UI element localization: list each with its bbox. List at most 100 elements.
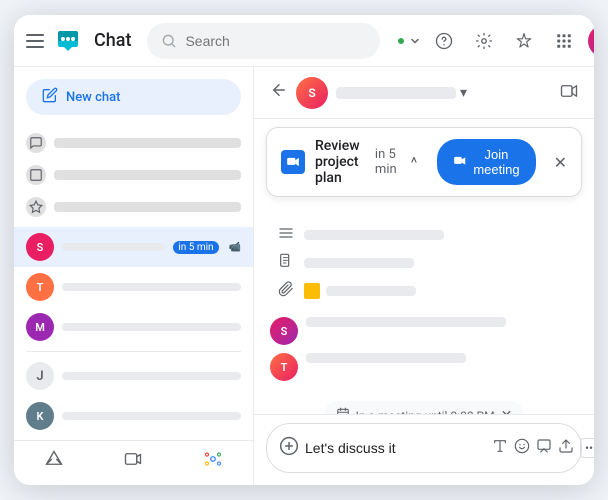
add-attachment-button[interactable] bbox=[279, 436, 299, 461]
video-call-icon[interactable] bbox=[560, 82, 578, 104]
sidebar-badge-1: in 5 min bbox=[173, 241, 218, 254]
msg-content-2 bbox=[306, 353, 578, 363]
drive-icon-btn[interactable] bbox=[44, 449, 64, 469]
meeting-time: in 5 min bbox=[375, 147, 397, 177]
icon-lines-block bbox=[270, 213, 578, 313]
attachment-with-file bbox=[304, 283, 416, 299]
sidebar-avatar-5: K bbox=[26, 402, 54, 430]
sidebar-item-text-2 bbox=[54, 170, 241, 180]
sidebar-divider-row bbox=[14, 347, 253, 356]
sidebar-bottom-icons bbox=[14, 440, 253, 477]
sidebar-item-starred[interactable] bbox=[14, 191, 253, 223]
msg-skeleton-2 bbox=[306, 353, 466, 363]
sidebar-chat-item-4[interactable]: J bbox=[14, 356, 253, 396]
spaces-icon-btn[interactable] bbox=[203, 449, 223, 469]
sidebar-skeleton-4 bbox=[62, 372, 241, 380]
sidebar-nav-icons bbox=[14, 123, 253, 227]
status-indicator[interactable] bbox=[396, 36, 420, 46]
sidebar-avatar-3: M bbox=[26, 313, 54, 341]
join-meeting-button[interactable]: Join meeting bbox=[437, 139, 535, 185]
sidebar-avatar-2: T bbox=[26, 273, 54, 301]
meet-banner-icon bbox=[281, 150, 305, 174]
help-icon bbox=[435, 32, 453, 50]
apps-button[interactable] bbox=[548, 25, 580, 57]
icon-line-3 bbox=[278, 277, 578, 305]
document-icon bbox=[278, 253, 294, 273]
meeting-banner: Review project plan in 5 min ^ Join meet… bbox=[266, 127, 582, 197]
settings-button[interactable] bbox=[468, 25, 500, 57]
sidebar-chat-item-1[interactable]: S in 5 min 📹 bbox=[14, 227, 253, 267]
chat-area: S ▾ Review project plan in 5 min bbox=[254, 67, 594, 485]
sidebar-item-text bbox=[54, 138, 241, 148]
user-avatar[interactable]: A bbox=[588, 25, 594, 57]
app-title: Chat bbox=[94, 30, 131, 51]
add-reaction-button[interactable] bbox=[536, 438, 552, 458]
top-nav: Chat bbox=[14, 15, 594, 67]
format-text-button[interactable] bbox=[492, 438, 508, 458]
icon-line-1 bbox=[278, 221, 578, 249]
chat-header: S ▾ bbox=[254, 67, 594, 119]
building-icon bbox=[26, 165, 46, 185]
emoji-button[interactable] bbox=[514, 438, 530, 458]
new-chat-label: New chat bbox=[66, 90, 120, 105]
chat-avatar: S bbox=[296, 77, 328, 109]
icon-line-skeleton-1 bbox=[304, 230, 444, 240]
sidebar-avatar-4: J bbox=[26, 362, 54, 390]
search-bar[interactable] bbox=[147, 23, 380, 59]
messages-area: S T bbox=[254, 205, 594, 414]
sidebar-skeleton-2 bbox=[62, 283, 241, 291]
meeting-title: Review project plan bbox=[315, 138, 361, 186]
app-logo bbox=[52, 25, 84, 57]
search-icon bbox=[161, 33, 177, 49]
chat-bubble-icon bbox=[26, 133, 46, 153]
message-row-1: S bbox=[270, 317, 578, 345]
attachment-icon bbox=[278, 281, 294, 301]
input-box: ••• bbox=[266, 423, 582, 473]
back-button[interactable] bbox=[270, 81, 288, 104]
calendar-icon bbox=[336, 407, 350, 414]
join-label: Join meeting bbox=[473, 147, 519, 177]
input-area: ••• bbox=[254, 414, 594, 485]
in-meeting-status: In a meeting until 3:00 PM ✕ bbox=[324, 401, 525, 414]
sidebar-item-rooms[interactable] bbox=[14, 159, 253, 191]
upload-button[interactable] bbox=[558, 438, 574, 458]
sidebar-skeleton-3 bbox=[62, 323, 241, 331]
status-chevron-icon bbox=[410, 36, 420, 46]
sparkle-icon bbox=[515, 32, 533, 50]
help-button[interactable] bbox=[428, 25, 460, 57]
edit-icon bbox=[42, 87, 58, 107]
hamburger-menu[interactable] bbox=[26, 31, 44, 51]
icon-line-skeleton-2 bbox=[304, 258, 414, 268]
sidebar-item-chat[interactable] bbox=[14, 127, 253, 159]
chat-name-chevron-icon[interactable]: ▾ bbox=[460, 85, 467, 101]
msg-avatar-2: T bbox=[270, 353, 298, 381]
sidebar-chat-item-2[interactable]: T bbox=[14, 267, 253, 307]
message-input[interactable] bbox=[305, 440, 486, 456]
sidebar-chat-item-3[interactable]: M bbox=[14, 307, 253, 347]
menu-icon bbox=[278, 225, 294, 245]
meeting-chevron-icon[interactable]: ^ bbox=[411, 153, 418, 172]
new-chat-button[interactable]: New chat bbox=[26, 79, 241, 115]
icon-line-skeleton-3 bbox=[326, 286, 416, 296]
message-row-2: T bbox=[270, 353, 578, 381]
meeting-close-button[interactable]: ✕ bbox=[554, 153, 567, 172]
sidebar-item-text-3 bbox=[54, 202, 241, 212]
msg-avatar-1: S bbox=[270, 317, 298, 345]
sidebar: New chat bbox=[14, 67, 254, 485]
search-input[interactable] bbox=[185, 33, 366, 49]
sidebar-chat-item-5[interactable]: K bbox=[14, 396, 253, 436]
nav-actions: A bbox=[396, 25, 594, 57]
sparkle-button[interactable] bbox=[508, 25, 540, 57]
sidebar-skeleton-5 bbox=[62, 412, 241, 420]
app-window: Chat bbox=[14, 15, 594, 485]
msg-skeleton-1 bbox=[306, 317, 506, 327]
star-icon bbox=[26, 197, 46, 217]
sidebar-meet-icon: 📹 bbox=[229, 242, 241, 253]
apps-icon bbox=[555, 32, 573, 50]
meet-icon-btn[interactable] bbox=[123, 449, 143, 469]
video-icon bbox=[453, 154, 467, 171]
more-options-button[interactable]: ••• bbox=[580, 438, 594, 458]
sidebar-skeleton-1 bbox=[62, 243, 165, 251]
file-icon bbox=[304, 283, 320, 299]
main-layout: New chat bbox=[14, 67, 594, 485]
